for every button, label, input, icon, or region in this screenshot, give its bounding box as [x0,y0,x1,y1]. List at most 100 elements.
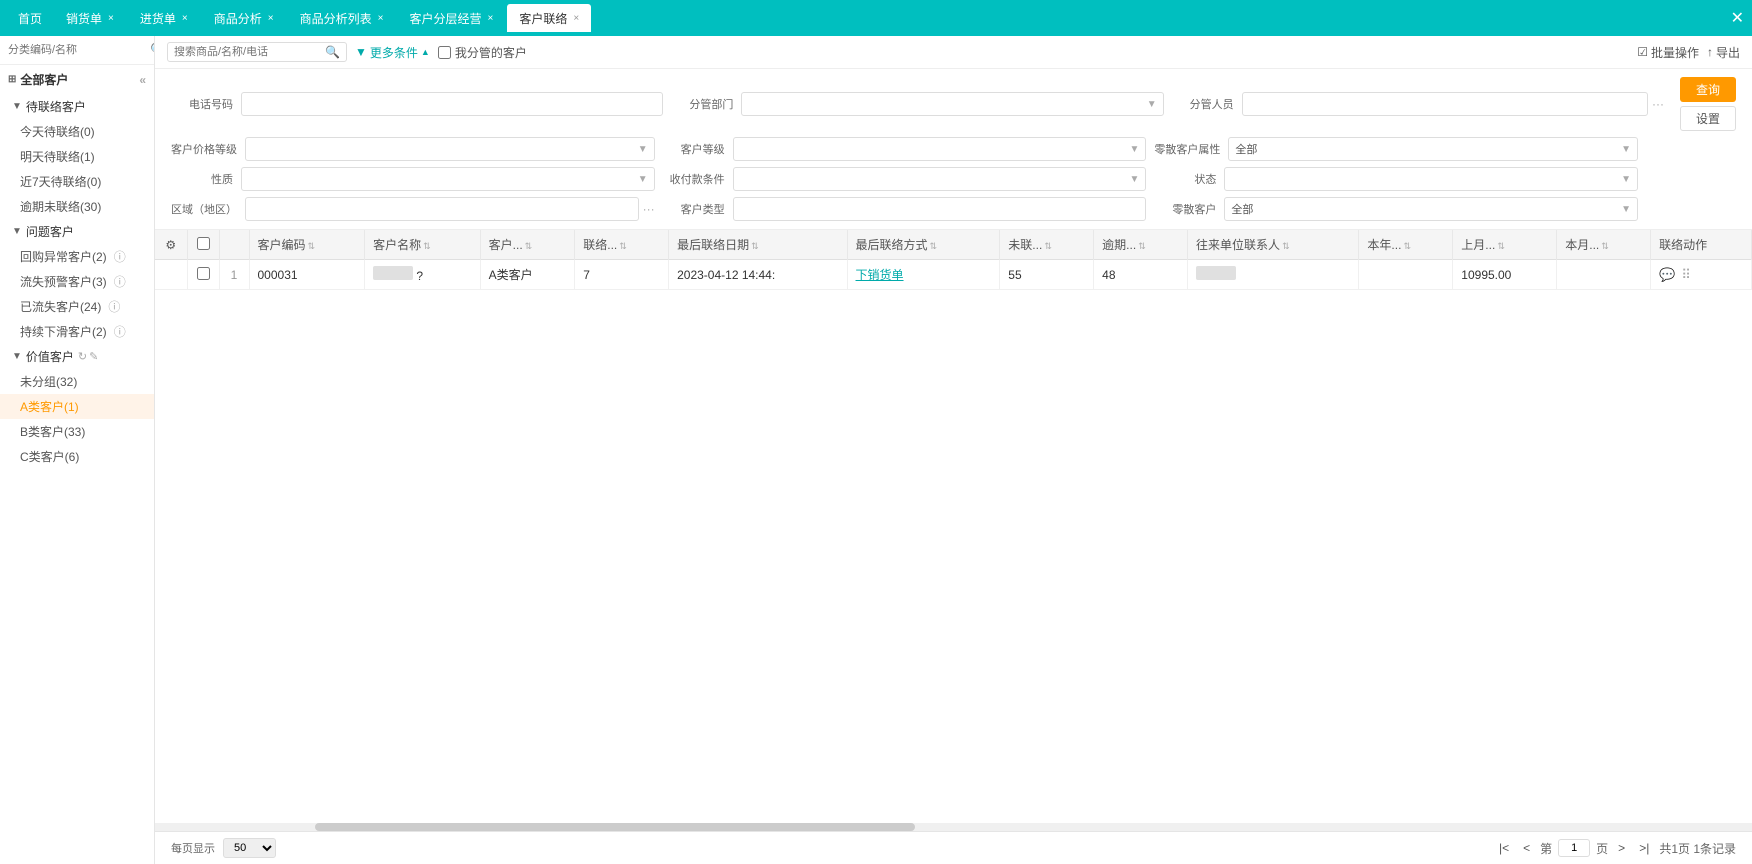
col-contact[interactable]: 联络...⇅ [575,230,669,260]
page-prev-btn[interactable]: < [1519,840,1534,856]
qrcode-icon[interactable]: ⠿ [1681,267,1691,283]
filter-select-scatter-attr[interactable]: 全部 ▼ [1228,137,1638,161]
col-gear[interactable]: ⚙ [155,230,187,260]
filter-select-payment[interactable]: ▼ [733,167,1147,191]
filter-field-scatter-attr: 零散客户属性 全部 ▼ [1154,137,1638,161]
filter-select-nature[interactable]: ▼ [241,167,655,191]
sidebar-item-b-class[interactable]: B类客户(33) [0,419,154,444]
sort-code[interactable]: ⇅ [308,241,316,251]
query-button[interactable]: 查询 [1680,77,1736,102]
scrollbar-thumb[interactable] [315,823,915,831]
search-input[interactable] [174,46,325,58]
sidebar-item-7days[interactable]: 近7天待联络(0) [0,169,154,194]
select-all-checkbox[interactable] [197,237,210,250]
sort-type[interactable]: ⇅ [525,241,533,251]
filter-dots-region[interactable]: ··· [643,202,655,216]
filter-more-btn[interactable]: ▼ 更多条件 ▲ [355,44,430,61]
sidebar-item-overdue[interactable]: 逾期未联络(30) [0,194,154,219]
sort-contact[interactable]: ⇅ [619,241,627,251]
filter-select-dept[interactable]: ▼ [741,92,1163,116]
sidebar-item-ungrouped[interactable]: 未分组(32) [0,369,154,394]
page-last-btn[interactable]: >| [1635,840,1653,856]
sidebar-item-churn-warning[interactable]: 流失预警客户(3) ⓘ [0,269,154,294]
col-no-contact[interactable]: 未联...⇅ [1000,230,1094,260]
refresh-icon-value[interactable]: ↻ [78,350,87,363]
sort-last-method[interactable]: ⇅ [930,241,938,251]
chat-icon[interactable]: 💬 [1659,267,1675,283]
sort-overdue[interactable]: ⇅ [1138,241,1146,251]
sidebar-all-customers[interactable]: ⊞ 全部客户 « [0,65,154,94]
col-code[interactable]: 客户编码⇅ [249,230,365,260]
per-page-select[interactable]: 50 100 [223,838,276,858]
filter-input-region[interactable] [245,197,639,221]
close-window-icon[interactable]: ✕ [1731,8,1744,28]
filter-select-price-level[interactable]: ▼ [245,137,655,161]
sidebar-item-tomorrow[interactable]: 明天待联络(1) [0,144,154,169]
my-customer-checkbox-label[interactable]: 我分管的客户 [438,44,527,61]
close-tab-customer-contact[interactable]: × [573,13,579,24]
col-this-month[interactable]: 本月...⇅ [1557,230,1651,260]
tab-product-analysis-list[interactable]: 商品分析列表 × [288,4,396,32]
sidebar-collapse-icon[interactable]: « [139,73,146,87]
row-last-method[interactable]: 下销货单 [847,260,1000,290]
col-last-date[interactable]: 最后联络日期⇅ [669,230,847,260]
row-check[interactable] [187,260,219,290]
page-input[interactable] [1558,839,1590,857]
col-type[interactable]: 客户...⇅ [480,230,575,260]
close-tab-purchase-order[interactable]: × [182,13,188,24]
sidebar-group-value[interactable]: ▼ 价值客户 ↻ ✎ [0,344,154,369]
sidebar-item-churned[interactable]: 已流失客户(24) ⓘ [0,294,154,319]
tab-customer-contact[interactable]: 客户联络 × [507,4,591,32]
last-method-link[interactable]: 下销货单 [856,268,904,282]
page-first-btn[interactable]: |< [1495,840,1513,856]
sidebar-group-problem[interactable]: ▼ 问题客户 [0,219,154,244]
sidebar-search-input[interactable] [8,44,150,56]
filter-input-phone[interactable] [241,92,663,116]
col-last-method[interactable]: 最后联络方式⇅ [847,230,1000,260]
close-tab-customer-tier[interactable]: × [487,13,493,24]
sort-this-year[interactable]: ⇅ [1403,241,1411,251]
sort-this-month[interactable]: ⇅ [1601,241,1609,251]
close-tab-sales-order[interactable]: × [108,13,114,24]
col-name[interactable]: 客户名称⇅ [365,230,481,260]
nav-home[interactable]: 首页 [8,10,52,27]
filter-row-3: 性质 ▼ 收付款条件 ▼ 状态 [171,167,1736,191]
row-last-month: 10995.00 [1453,260,1557,290]
row-checkbox[interactable] [197,267,210,280]
sidebar-item-declining[interactable]: 持续下滑客户(2) ⓘ [0,319,154,344]
sort-name[interactable]: ⇅ [423,241,431,251]
sidebar-item-today[interactable]: 今天待联络(0) [0,119,154,144]
sort-no-contact[interactable]: ⇅ [1044,241,1052,251]
col-overdue[interactable]: 逾期...⇅ [1094,230,1188,260]
export-btn[interactable]: ↑ 导出 [1707,44,1740,61]
sort-last-month[interactable]: ⇅ [1497,241,1505,251]
filter-select-scatter[interactable]: 全部 ▼ [1224,197,1638,221]
filter-input-ctype[interactable] [733,197,1147,221]
sidebar-item-c-class[interactable]: C类客户(6) [0,444,154,469]
edit-icon-value[interactable]: ✎ [89,350,98,363]
col-this-year[interactable]: 本年...⇅ [1359,230,1453,260]
filter-input-person[interactable] [1242,92,1648,116]
sort-unit-contact[interactable]: ⇅ [1282,241,1290,251]
col-check[interactable] [187,230,219,260]
sidebar-group-pending[interactable]: ▼ 待联络客户 [0,94,154,119]
sort-last-date[interactable]: ⇅ [751,241,759,251]
tab-purchase-order[interactable]: 进货单 × [128,4,200,32]
my-customer-checkbox[interactable] [438,46,451,59]
tab-customer-tier[interactable]: 客户分层经营 × [397,4,505,32]
filter-select-status[interactable]: ▼ [1224,167,1638,191]
close-tab-product-analysis-list[interactable]: × [378,13,384,24]
col-unit-contact[interactable]: 往来单位联系人⇅ [1188,230,1359,260]
settings-button[interactable]: 设置 [1680,106,1736,131]
sidebar-item-a-class[interactable]: A类客户(1) [0,394,154,419]
horizontal-scrollbar[interactable] [155,823,1752,831]
sidebar-item-repurchase-abnormal[interactable]: 回购异常客户(2) ⓘ [0,244,154,269]
tab-sales-order[interactable]: 销货单 × [54,4,126,32]
filter-dots-person[interactable]: ··· [1652,97,1664,111]
page-next-btn[interactable]: > [1614,840,1629,856]
filter-select-customer-level[interactable]: ▼ [733,137,1147,161]
col-last-month[interactable]: 上月...⇅ [1453,230,1557,260]
close-tab-product-analysis[interactable]: × [268,13,274,24]
batch-op-btn[interactable]: ☑ 批量操作 [1637,44,1699,61]
tab-product-analysis[interactable]: 商品分析 × [202,4,286,32]
